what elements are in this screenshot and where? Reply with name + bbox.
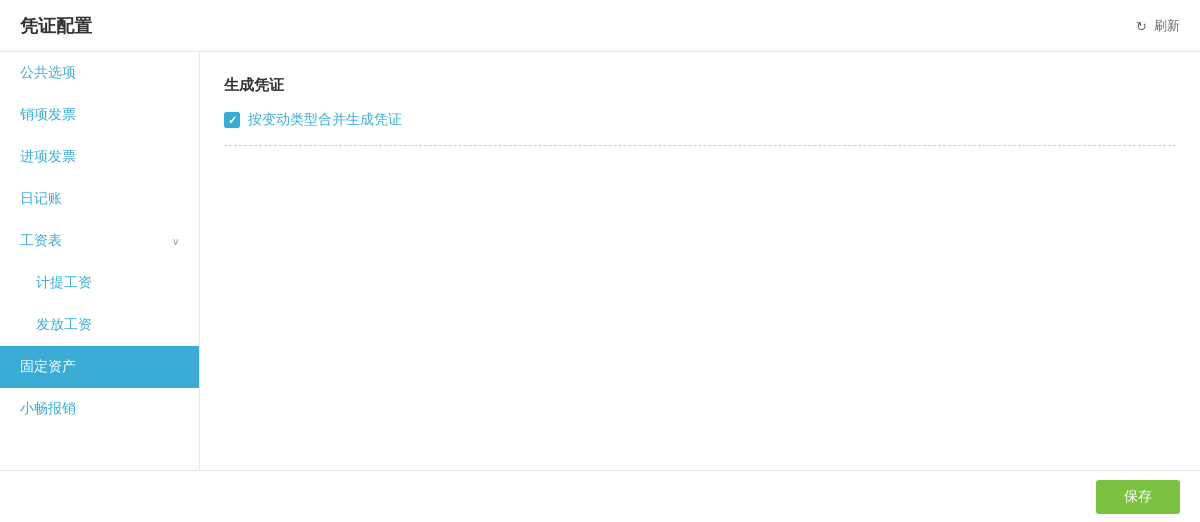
refresh-button[interactable]: ↻ 刷新 [1136,17,1180,35]
sidebar-item-expense-reimbursement[interactable]: 小畅报销 [0,388,199,430]
sidebar-item-purchase-invoice[interactable]: 进项发票 [0,136,199,178]
checkbox-label: 按变动类型合并生成凭证 [248,111,402,129]
sidebar-item-label: 公共选项 [20,64,76,82]
save-button[interactable]: 保存 [1096,480,1180,514]
page-header: 凭证配置 ↻ 刷新 [0,0,1200,52]
divider [224,145,1176,146]
sidebar-item-payroll-table[interactable]: 工资表 ∨ [0,220,199,262]
main-content: 生成凭证 按变动类型合并生成凭证 [200,52,1200,470]
refresh-label: 刷新 [1154,17,1180,35]
content-area: 公共选项销项发票进项发票日记账工资表 ∨ 计提工资发放工资固定资产小畅报销 生成凭证… [0,52,1200,470]
sidebar-item-label: 进项发票 [20,148,76,166]
refresh-icon: ↻ [1136,19,1150,33]
sidebar-item-label: 销项发票 [20,106,76,124]
page-title: 凭证配置 [20,14,92,38]
sidebar-item-label: 小畅报销 [20,400,76,418]
sidebar-item-sales-invoice[interactable]: 销项发票 [0,94,199,136]
sidebar: 公共选项销项发票进项发票日记账工资表 ∨ 计提工资发放工资固定资产小畅报销 [0,52,200,470]
chevron-down-icon: ∨ [172,236,179,247]
sidebar-item-label: 日记账 [20,190,62,208]
footer-bar: 保存 [0,470,1200,522]
sidebar-item-label: 发放工资 [36,316,92,334]
sidebar-item-label: 计提工资 [36,274,92,292]
sidebar-item-payroll-issue[interactable]: 发放工资 [0,304,199,346]
section-title: 生成凭证 [224,76,1176,95]
sidebar-item-public-options[interactable]: 公共选项 [0,52,199,94]
sidebar-item-fixed-assets[interactable]: 固定资产 [0,346,199,388]
sidebar-item-label: 固定资产 [20,358,76,376]
sidebar-item-payroll-accrual[interactable]: 计提工资 [0,262,199,304]
sidebar-item-label: 工资表 [20,232,62,250]
merge-checkbox[interactable] [224,112,240,128]
checkbox-row: 按变动类型合并生成凭证 [224,111,1176,129]
sidebar-item-journal[interactable]: 日记账 [0,178,199,220]
